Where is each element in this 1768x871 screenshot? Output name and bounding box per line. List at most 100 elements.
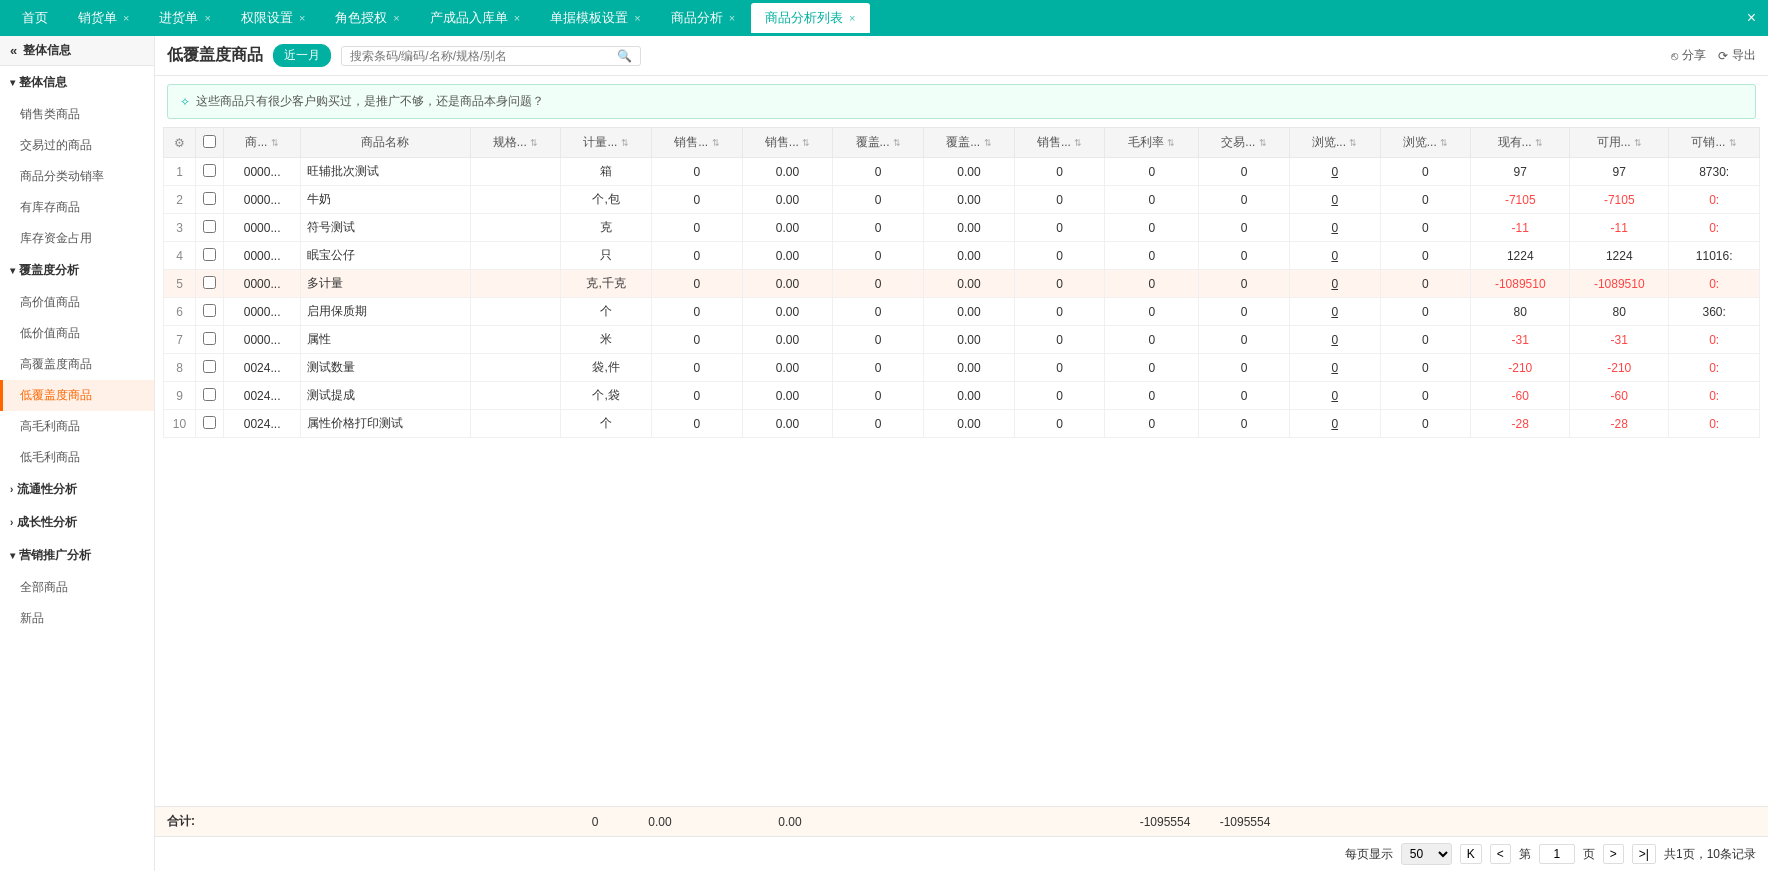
sidebar-item-capital[interactable]: 库存资金占用 bbox=[0, 223, 154, 254]
row-checkbox-input[interactable] bbox=[203, 388, 216, 401]
close-icon[interactable]: × bbox=[729, 12, 735, 24]
row-browse1[interactable]: 0 bbox=[1289, 298, 1380, 326]
col-available[interactable]: 可用... ⇅ bbox=[1570, 128, 1669, 158]
sidebar-item-sales-goods[interactable]: 销售类商品 bbox=[0, 99, 154, 130]
row-checkbox[interactable] bbox=[196, 242, 224, 270]
tab-home[interactable]: 首页 bbox=[8, 3, 62, 33]
close-icon[interactable]: × bbox=[393, 12, 399, 24]
close-icon[interactable]: × bbox=[514, 12, 520, 24]
row-checkbox-input[interactable] bbox=[203, 276, 216, 289]
row-checkbox-input[interactable] bbox=[203, 416, 216, 429]
col-browse1[interactable]: 浏览... ⇅ bbox=[1289, 128, 1380, 158]
row-browse1[interactable]: 0 bbox=[1289, 382, 1380, 410]
row-browse1[interactable]: 0 bbox=[1289, 186, 1380, 214]
row-checkbox[interactable] bbox=[196, 382, 224, 410]
share-button[interactable]: ⎋ 分享 bbox=[1671, 47, 1706, 64]
tab-finished-goods[interactable]: 产成品入库单 × bbox=[416, 3, 534, 33]
col-current-stock[interactable]: 现有... ⇅ bbox=[1471, 128, 1570, 158]
row-browse1[interactable]: 0 bbox=[1289, 326, 1380, 354]
tab-sales[interactable]: 销货单 × bbox=[64, 3, 143, 33]
sidebar-item-all-goods[interactable]: 全部商品 bbox=[0, 572, 154, 603]
sidebar-section-flow[interactable]: › 流通性分析 bbox=[0, 473, 154, 506]
page-number-input[interactable] bbox=[1539, 844, 1575, 864]
col-sales-days[interactable]: 销售... ⇅ bbox=[1014, 128, 1105, 158]
first-page-button[interactable]: K bbox=[1460, 844, 1482, 864]
gear-icon[interactable]: ⚙ bbox=[174, 136, 185, 150]
page-size-select[interactable]: 50 100 200 bbox=[1401, 843, 1452, 865]
sidebar-section-coverage[interactable]: ▾ 覆盖度分析 bbox=[0, 254, 154, 287]
tab-doc-template[interactable]: 单据模板设置 × bbox=[536, 3, 654, 33]
col-coverage1[interactable]: 覆盖... ⇅ bbox=[833, 128, 924, 158]
col-coverage2[interactable]: 覆盖... ⇅ bbox=[924, 128, 1015, 158]
close-icon[interactable]: × bbox=[299, 12, 305, 24]
row-checkbox-input[interactable] bbox=[203, 220, 216, 233]
sidebar-item-low-coverage[interactable]: 低覆盖度商品 bbox=[0, 380, 154, 411]
close-all-tabs-button[interactable]: × bbox=[1743, 5, 1760, 31]
close-icon[interactable]: × bbox=[123, 12, 129, 24]
sidebar-item-low-value[interactable]: 低价值商品 bbox=[0, 318, 154, 349]
col-spec[interactable]: 规格... ⇅ bbox=[470, 128, 561, 158]
sidebar-item-high-value[interactable]: 高价值商品 bbox=[0, 287, 154, 318]
col-browse2[interactable]: 浏览... ⇅ bbox=[1380, 128, 1471, 158]
sidebar-section-growth[interactable]: › 成长性分析 bbox=[0, 506, 154, 539]
close-icon[interactable]: × bbox=[204, 12, 210, 24]
export-button[interactable]: ⟳ 导出 bbox=[1718, 47, 1756, 64]
row-checkbox[interactable] bbox=[196, 158, 224, 186]
tab-purchase[interactable]: 进货单 × bbox=[145, 3, 224, 33]
col-sellable[interactable]: 可销... ⇅ bbox=[1669, 128, 1760, 158]
row-checkbox[interactable] bbox=[196, 270, 224, 298]
period-button[interactable]: 近一月 bbox=[273, 44, 331, 67]
row-browse1[interactable]: 0 bbox=[1289, 242, 1380, 270]
tab-role-auth[interactable]: 角色授权 × bbox=[321, 3, 413, 33]
sidebar-section-marketing[interactable]: ▾ 营销推广分析 bbox=[0, 539, 154, 572]
row-checkbox-input[interactable] bbox=[203, 360, 216, 373]
row-checkbox[interactable] bbox=[196, 214, 224, 242]
sidebar-item-high-profit[interactable]: 高毛利商品 bbox=[0, 411, 154, 442]
row-checkbox-input[interactable] bbox=[203, 164, 216, 177]
row-checkbox[interactable] bbox=[196, 298, 224, 326]
row-checkbox-input[interactable] bbox=[203, 304, 216, 317]
search-icon[interactable]: 🔍 bbox=[617, 49, 632, 63]
col-sales-qty[interactable]: 销售... ⇅ bbox=[651, 128, 742, 158]
row-browse1[interactable]: 0 bbox=[1289, 354, 1380, 382]
tab-permissions[interactable]: 权限设置 × bbox=[227, 3, 319, 33]
row-checkbox-input[interactable] bbox=[203, 248, 216, 261]
last-page-button[interactable]: >| bbox=[1632, 844, 1656, 864]
close-icon[interactable]: × bbox=[849, 12, 855, 24]
tab-goods-analysis[interactable]: 商品分析 × bbox=[657, 3, 749, 33]
col-transaction[interactable]: 交易... ⇅ bbox=[1199, 128, 1290, 158]
sidebar-item-category-turnover[interactable]: 商品分类动销率 bbox=[0, 161, 154, 192]
row-coverage2: 0.00 bbox=[924, 382, 1015, 410]
row-code: 0024... bbox=[224, 382, 301, 410]
row-spec bbox=[470, 158, 561, 186]
sidebar-collapse-button[interactable]: « bbox=[10, 43, 17, 58]
col-sales-amt[interactable]: 销售... ⇅ bbox=[742, 128, 833, 158]
row-checkbox[interactable] bbox=[196, 326, 224, 354]
tab-goods-analysis-list[interactable]: 商品分析列表 × bbox=[751, 3, 869, 33]
row-browse1[interactable]: 0 bbox=[1289, 214, 1380, 242]
col-code[interactable]: 商... ⇅ bbox=[224, 128, 301, 158]
row-checkbox-input[interactable] bbox=[203, 332, 216, 345]
close-icon[interactable]: × bbox=[634, 12, 640, 24]
sidebar-section-overall[interactable]: ▾ 整体信息 bbox=[0, 66, 154, 99]
sidebar-item-high-coverage[interactable]: 高覆盖度商品 bbox=[0, 349, 154, 380]
sidebar-item-has-stock[interactable]: 有库存商品 bbox=[0, 192, 154, 223]
row-browse1[interactable]: 0 bbox=[1289, 410, 1380, 438]
col-gross-margin[interactable]: 毛利率 ⇅ bbox=[1105, 128, 1199, 158]
row-checkbox[interactable] bbox=[196, 186, 224, 214]
col-unit[interactable]: 计量... ⇅ bbox=[561, 128, 652, 158]
next-page-button[interactable]: > bbox=[1603, 844, 1624, 864]
sidebar-item-new-goods[interactable]: 新品 bbox=[0, 603, 154, 634]
row-browse1[interactable]: 0 bbox=[1289, 270, 1380, 298]
row-sales-amt: 0.00 bbox=[742, 326, 833, 354]
search-input[interactable] bbox=[350, 49, 613, 63]
select-all-checkbox[interactable] bbox=[203, 135, 216, 148]
sidebar-item-low-profit[interactable]: 低毛利商品 bbox=[0, 442, 154, 473]
row-checkbox-input[interactable] bbox=[203, 192, 216, 205]
sidebar-item-traded-goods[interactable]: 交易过的商品 bbox=[0, 130, 154, 161]
prev-page-button[interactable]: < bbox=[1490, 844, 1511, 864]
col-settings[interactable]: ⚙ bbox=[164, 128, 196, 158]
row-checkbox[interactable] bbox=[196, 354, 224, 382]
row-checkbox[interactable] bbox=[196, 410, 224, 438]
row-browse1[interactable]: 0 bbox=[1289, 158, 1380, 186]
